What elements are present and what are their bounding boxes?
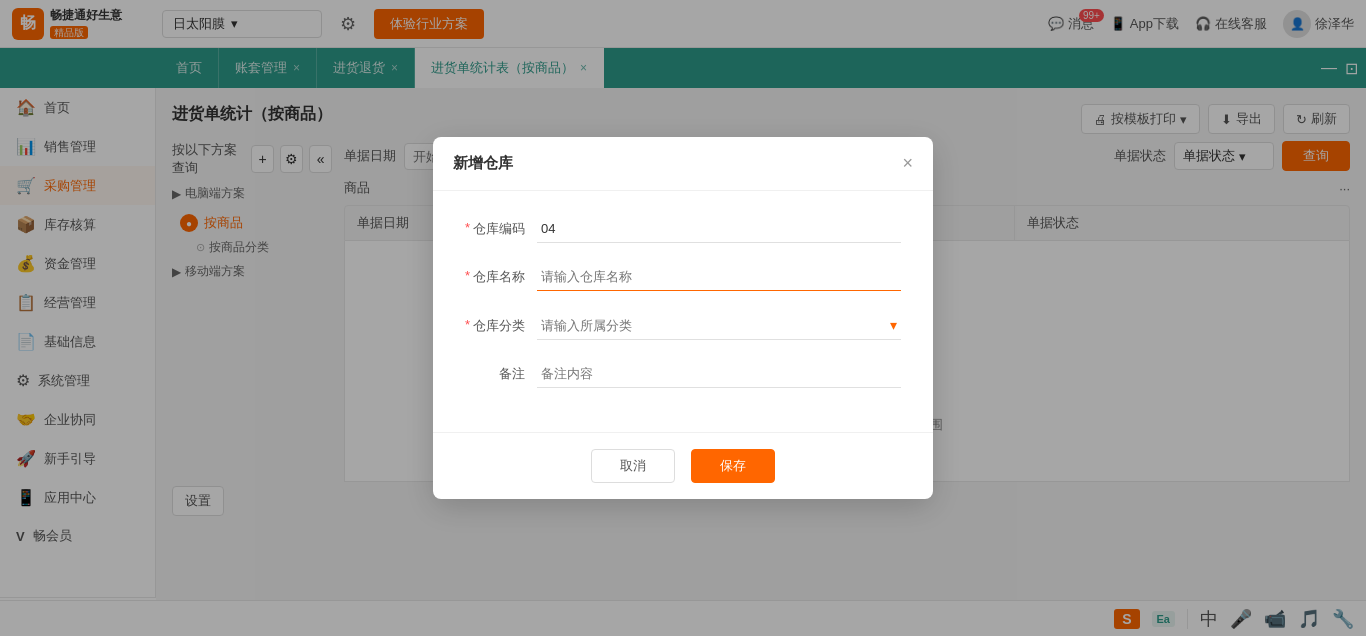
form-row-name: 仓库名称: [465, 263, 901, 291]
warehouse-category-select[interactable]: ▾: [537, 311, 901, 340]
category-dropdown-arrow: ▾: [890, 317, 897, 333]
modal-title: 新增仓库: [453, 154, 513, 173]
cancel-button[interactable]: 取消: [591, 449, 675, 483]
warehouse-code-input[interactable]: [537, 215, 901, 243]
form-row-code: 仓库编码: [465, 215, 901, 243]
modal-close-button[interactable]: ×: [902, 153, 913, 174]
warehouse-name-label: 仓库名称: [465, 268, 537, 286]
modal-overlay[interactable]: 新增仓库 × 仓库编码 仓库名称 仓库分类 ▾: [0, 0, 1366, 636]
form-row-remarks: 备注: [465, 360, 901, 388]
modal-footer: 取消 保存: [433, 432, 933, 499]
modal-body: 仓库编码 仓库名称 仓库分类 ▾ 备注: [433, 191, 933, 432]
remarks-input[interactable]: [537, 360, 901, 388]
save-button[interactable]: 保存: [691, 449, 775, 483]
warehouse-category-input[interactable]: [541, 318, 890, 333]
warehouse-category-label: 仓库分类: [465, 317, 537, 335]
warehouse-name-input[interactable]: [537, 263, 901, 291]
modal-dialog: 新增仓库 × 仓库编码 仓库名称 仓库分类 ▾: [433, 137, 933, 499]
form-row-category: 仓库分类 ▾: [465, 311, 901, 340]
remarks-label: 备注: [465, 365, 537, 383]
modal-header: 新增仓库 ×: [433, 137, 933, 191]
warehouse-code-label: 仓库编码: [465, 220, 537, 238]
